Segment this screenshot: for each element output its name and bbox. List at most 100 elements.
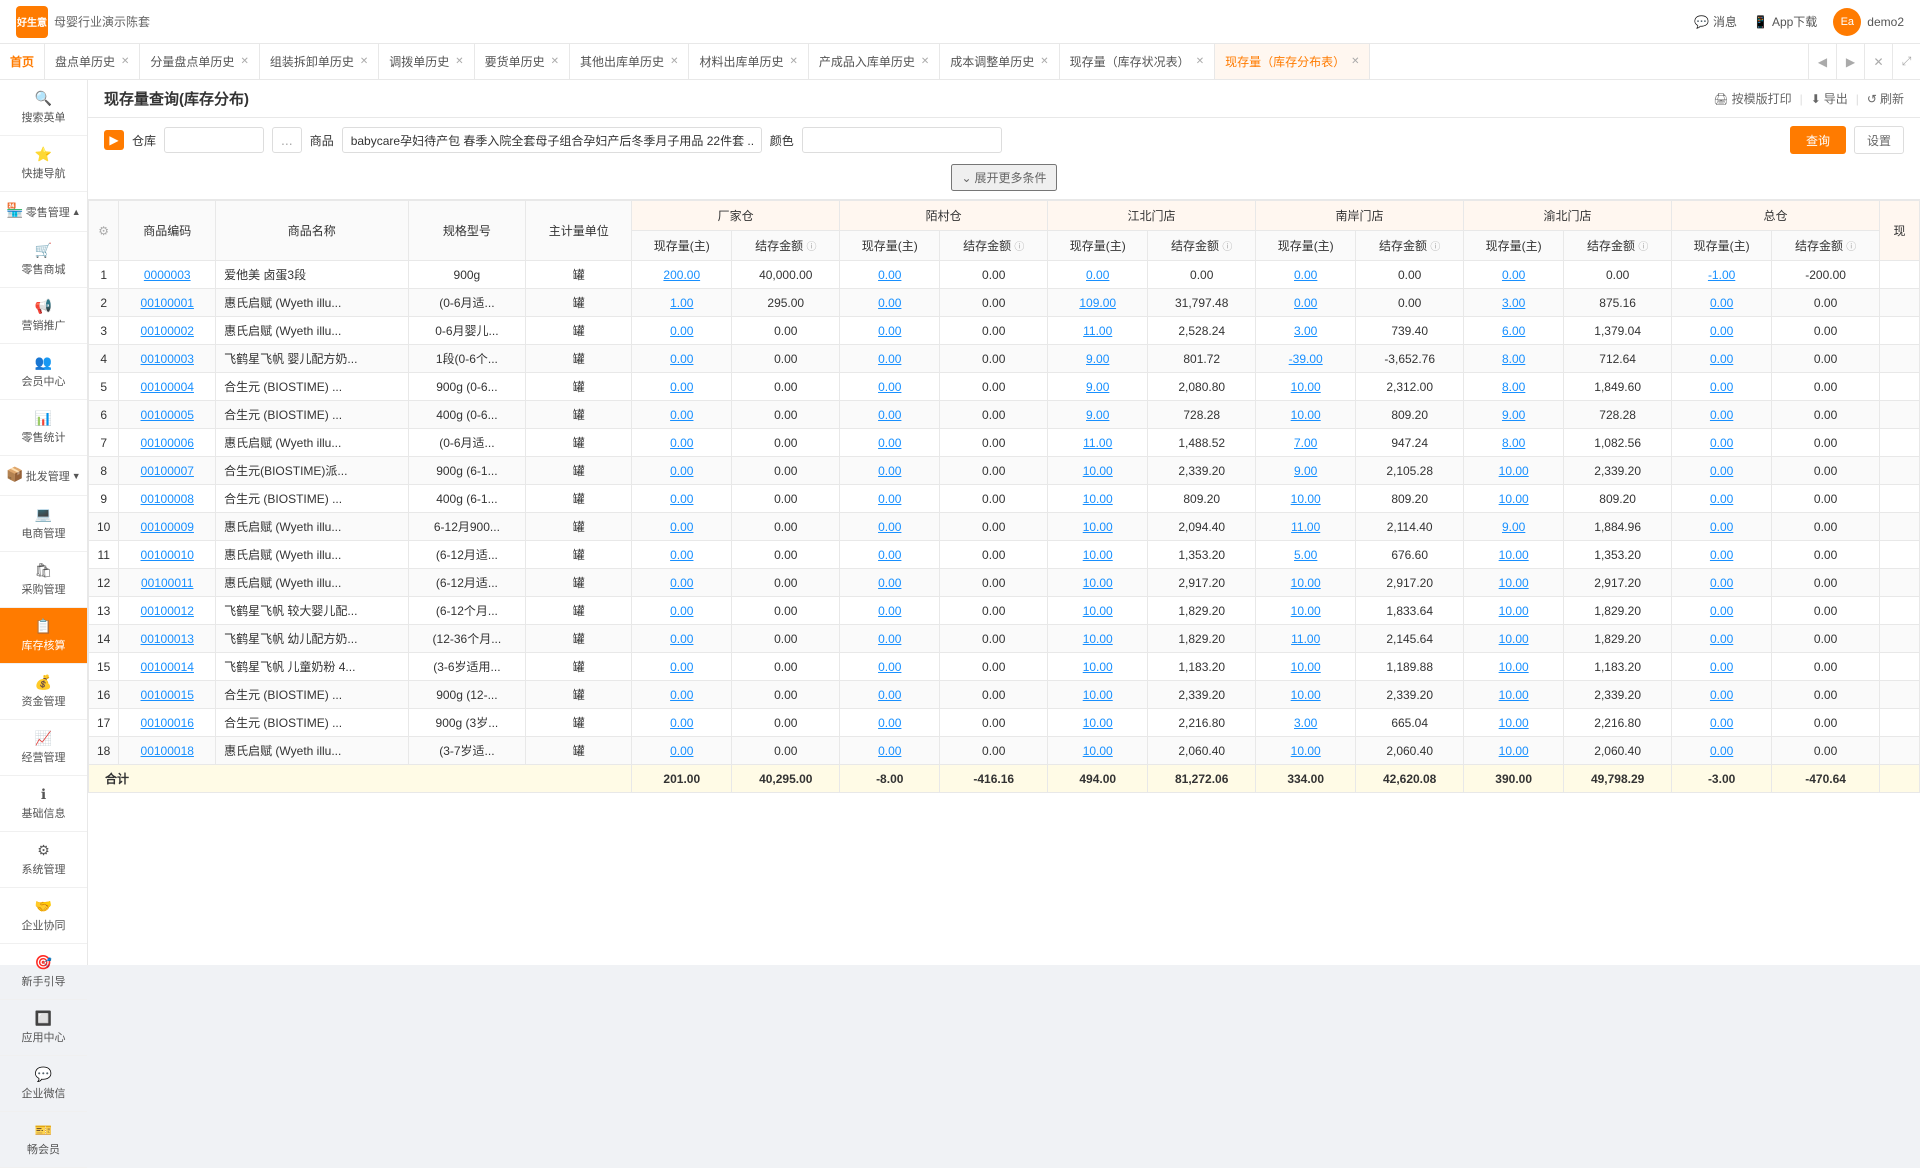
row-code: 00100006 (119, 429, 216, 457)
warehouse-dots-btn[interactable]: ... (272, 127, 302, 153)
tab-prev-btn[interactable]: ◀ (1808, 44, 1836, 80)
sidebar-item-purchase[interactable]: 🛍 采购管理 (0, 552, 87, 608)
row-total-amt: 0.00 (1772, 597, 1880, 625)
cart-icon: 🛒 (0, 242, 87, 259)
row-fc-qty: 0.00 (632, 597, 732, 625)
row-unit: 罐 (526, 429, 632, 457)
tab-close-icon[interactable]: ✕ (1196, 56, 1204, 67)
tab-transfer[interactable]: 调拨单历史 ✕ (379, 44, 474, 80)
tab-close-all-btn[interactable]: ✕ (1864, 44, 1892, 80)
tab-cost-adjust[interactable]: 成本调整单历史 ✕ (940, 44, 1059, 80)
app-download-btn[interactable]: 📱 App下载 (1753, 13, 1817, 30)
tab-stock-status[interactable]: 现存量（库存状况表） ✕ (1060, 44, 1215, 80)
settings-col-header[interactable]: ⚙ (89, 201, 119, 261)
sidebar-item-search[interactable]: 🔍 搜索英单 (0, 80, 87, 136)
row-total-amt: 0.00 (1772, 457, 1880, 485)
tab-stock-distribution[interactable]: 现存量（库存分布表） ✕ (1215, 44, 1370, 80)
row-mc-qty: 0.00 (840, 513, 940, 541)
sidebar-item-inventory[interactable]: 📋 库存核算 (0, 608, 87, 664)
sidebar-item-finance[interactable]: 💰 资金管理 (0, 664, 87, 720)
unit-col-header: 主计量单位 (526, 201, 632, 261)
tab-close-icon[interactable]: ✕ (360, 56, 368, 67)
col-settings-icon[interactable]: ⚙ (98, 224, 109, 238)
row-name: 合生元(BIOSTIME)派... (216, 457, 408, 485)
sidebar-item-quicknav[interactable]: ⭐ 快捷导航 (0, 136, 87, 192)
table-row: 3 00100002 惠氏启赋 (Wyeth illu... 0-6月婴儿...… (89, 317, 1920, 345)
sidebar-item-collaboration[interactable]: 🤝 企业协同 (0, 888, 87, 944)
sidebar-item-app-center[interactable]: 🔲 应用中心 (0, 1000, 87, 1056)
tab-inventory-check[interactable]: 盘点单历史 ✕ (45, 44, 140, 80)
sidebar-item-members[interactable]: 👥 会员中心 (0, 344, 87, 400)
row-yb-qty: 10.00 (1464, 653, 1564, 681)
row-fc-amt: 0.00 (732, 569, 840, 597)
tab-close-icon[interactable]: ✕ (551, 56, 559, 67)
row-na-amt: 2,145.64 (1356, 625, 1464, 653)
sidebar-item-retail-stats[interactable]: 📊 零售统计 (0, 400, 87, 456)
sidebar-item-retail-mall[interactable]: 🛒 零售商城 (0, 232, 87, 288)
sidebar-item-marketing[interactable]: 📢 营销推广 (0, 288, 87, 344)
user-area[interactable]: Ea demo2 (1833, 8, 1904, 36)
summary-cur (1879, 765, 1919, 793)
filter-collapse-btn[interactable]: ▶ (104, 130, 124, 150)
row-na-qty: 10.00 (1256, 485, 1356, 513)
tab-next-btn[interactable]: ▶ (1836, 44, 1864, 80)
row-name: 飞鹤星飞帆 幼儿配方奶... (216, 625, 408, 653)
refresh-icon: ↺ (1867, 92, 1877, 106)
sidebar-item-operations[interactable]: 📈 经营管理 (0, 720, 87, 776)
sidebar-item-ecommerce[interactable]: 💻 电商管理 (0, 496, 87, 552)
tab-home[interactable]: 首页 (0, 44, 45, 80)
query-btn[interactable]: 查询 (1790, 126, 1846, 154)
row-name: 合生元 (BIOSTIME) ... (216, 373, 408, 401)
sidebar-item-guide[interactable]: 🎯 新手引导 (0, 944, 87, 1000)
tab-requisition[interactable]: 要货单历史 ✕ (475, 44, 570, 80)
settings-btn[interactable]: 设置 (1854, 126, 1904, 154)
row-mc-qty: 0.00 (840, 597, 940, 625)
tab-assembly[interactable]: 组装拆卸单历史 ✕ (260, 44, 379, 80)
row-yb-amt: 1,082.56 (1564, 429, 1672, 457)
refresh-btn[interactable]: ↺ 刷新 (1867, 90, 1904, 107)
color-input[interactable] (802, 127, 1002, 153)
warehouse-input[interactable] (164, 127, 264, 153)
tab-close-icon[interactable]: ✕ (455, 56, 463, 67)
row-spec: (3-7岁适... (408, 737, 526, 765)
row-na-qty: 0.00 (1256, 261, 1356, 289)
tab-close-icon[interactable]: ✕ (240, 56, 248, 67)
expand-filter-btn[interactable]: ⌄ 展开更多条件 (951, 164, 1056, 191)
row-fc-amt: 295.00 (732, 289, 840, 317)
tab-close-icon[interactable]: ✕ (921, 56, 929, 67)
print-btn[interactable]: 🖨 按模版打印 (1713, 90, 1791, 107)
tab-weight-check[interactable]: 分量盘点单历史 ✕ (140, 44, 259, 80)
tab-close-icon[interactable]: ✕ (789, 56, 797, 67)
tab-material-outbound[interactable]: 材料出库单历史 ✕ (689, 44, 808, 80)
sidebar-item-wholesale[interactable]: 📦 批发管理 ▼ (0, 456, 87, 496)
sidebar-item-basic-info[interactable]: ℹ 基础信息 (0, 776, 87, 832)
tab-other-outbound[interactable]: 其他出库单历史 ✕ (570, 44, 689, 80)
row-na-qty: 10.00 (1256, 737, 1356, 765)
row-mc-amt: 0.00 (940, 709, 1048, 737)
tab-close-icon[interactable]: ✕ (1040, 56, 1048, 67)
sidebar-item-system[interactable]: ⚙ 系统管理 (0, 832, 87, 888)
row-total-amt: 0.00 (1772, 513, 1880, 541)
tab-close-icon[interactable]: ✕ (121, 56, 129, 67)
sidebar-item-wechat[interactable]: 💬 企业微信 (0, 1056, 87, 1112)
export-btn[interactable]: ⬇ 导出 (1811, 90, 1848, 107)
row-mc-qty: 0.00 (840, 681, 940, 709)
sidebar-item-retail-mgmt[interactable]: 🏪 零售管理 ▲ (0, 192, 87, 232)
row-fc-qty: 0.00 (632, 429, 732, 457)
tab-close-icon[interactable]: ✕ (670, 56, 678, 67)
tab-close-icon[interactable]: ✕ (1351, 56, 1359, 67)
goods-input[interactable] (342, 127, 762, 153)
row-no: 2 (89, 289, 119, 317)
row-spec: 900g (6-1... (408, 457, 526, 485)
row-total-qty: 0.00 (1671, 681, 1771, 709)
tab-maximize-btn[interactable]: ⤢ (1892, 44, 1920, 80)
row-jb-amt: 801.72 (1148, 345, 1256, 373)
row-unit: 罐 (526, 345, 632, 373)
row-total-qty: 0.00 (1671, 709, 1771, 737)
row-fc-amt: 40,000.00 (732, 261, 840, 289)
sidebar-item-vip[interactable]: 🎫 畅会员 (0, 1112, 87, 1168)
row-cur (1879, 345, 1919, 373)
messages-btn[interactable]: 💬 消息 (1694, 13, 1737, 30)
tab-finished-goods[interactable]: 产成品入库单历史 ✕ (809, 44, 940, 80)
row-jb-qty: 10.00 (1048, 513, 1148, 541)
